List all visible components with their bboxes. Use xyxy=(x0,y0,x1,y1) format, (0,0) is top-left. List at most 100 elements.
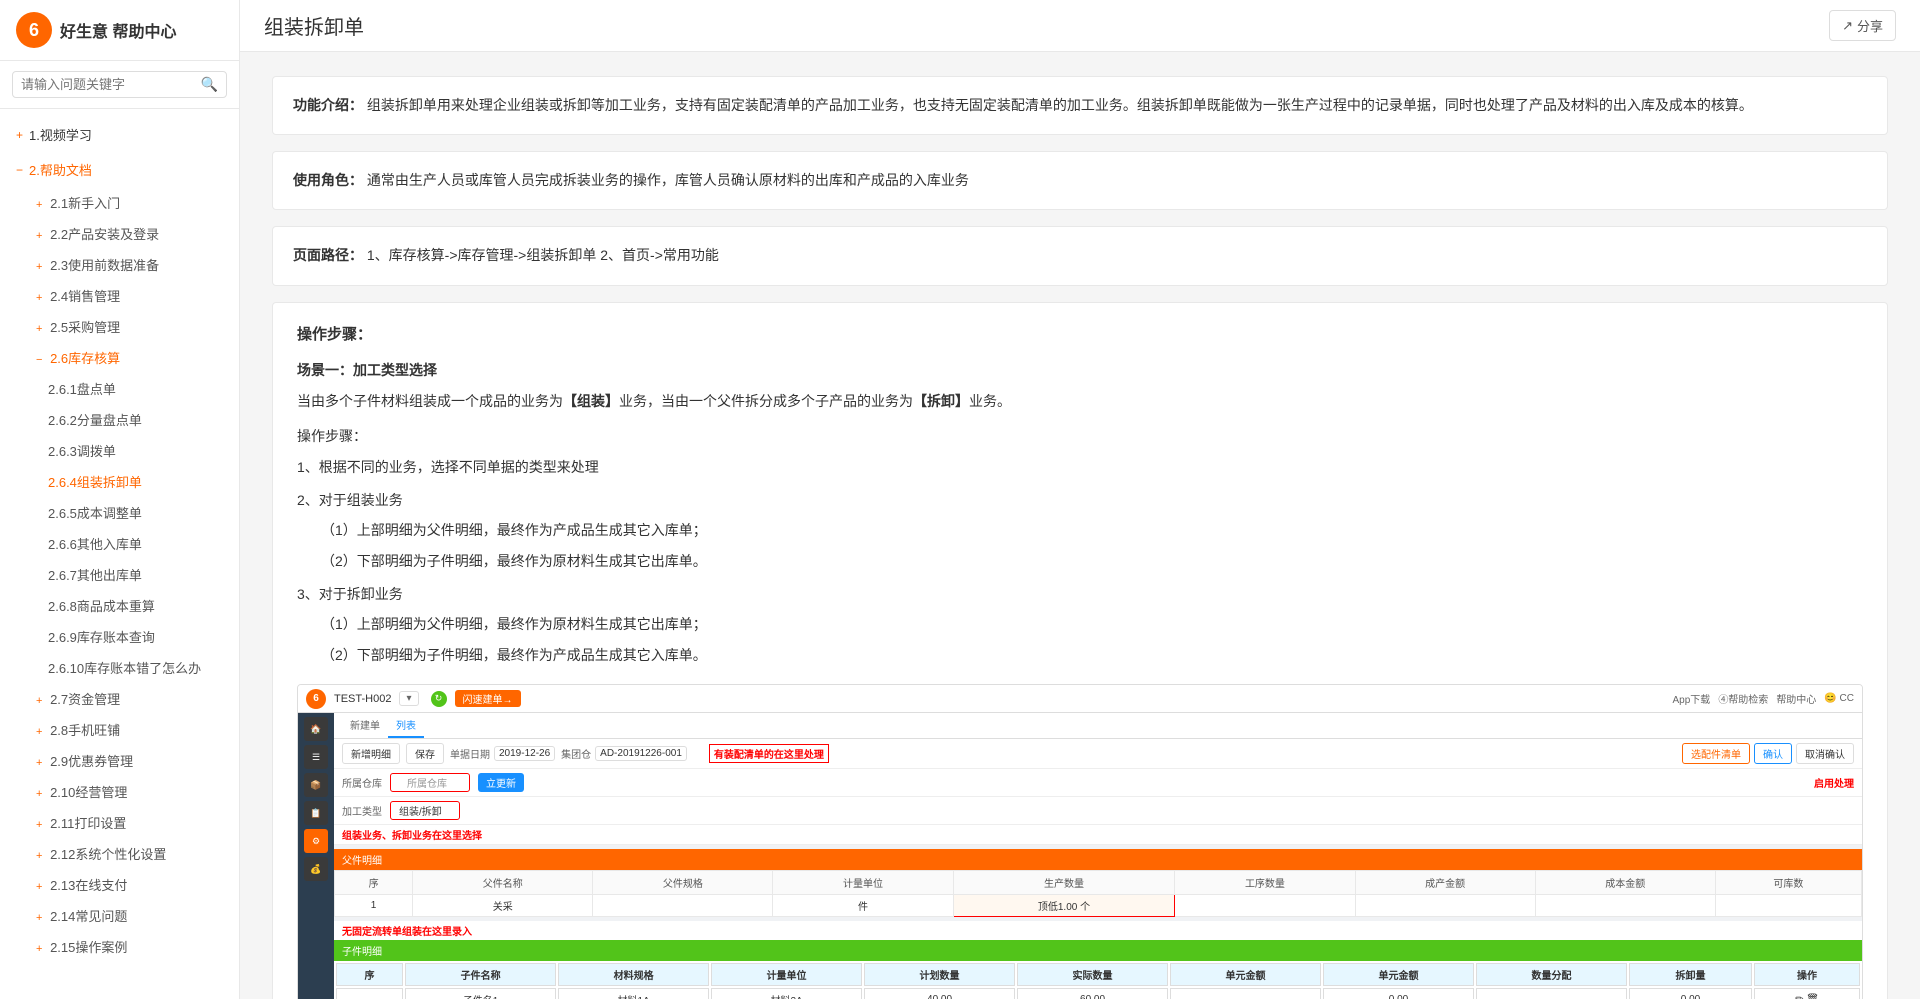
sidebar-item-docs-214[interactable]: + 2.14常见问题 xyxy=(0,900,239,931)
bottom-table-header-bar: 子件明细 xyxy=(334,940,1862,961)
btn-batch[interactable]: 立更新 xyxy=(478,773,524,792)
bcol-dist: 数量分配 xyxy=(1476,963,1627,986)
bcol-unit-amt1: 单元金额 xyxy=(1170,963,1321,986)
sidebar-item-video[interactable]: + 1.视频学习 xyxy=(0,117,239,152)
step1-text: 1、根据不同的业务，选择不同单据的类型来处理 xyxy=(297,454,1863,481)
sidebar-item-docs[interactable]: − 2.帮助文档 xyxy=(0,152,239,187)
path-text: 1、库存核算->库存管理->组装拆卸单 2、首页->常用功能 xyxy=(367,247,719,263)
app-logo: 6 xyxy=(306,689,326,709)
sidebar-item-docs-266[interactable]: 2.6.6其他入库单 xyxy=(0,528,239,559)
app-tabs: 新建单 列表 xyxy=(334,713,1862,739)
sidebar-item-docs-27[interactable]: + 2.7资金管理 xyxy=(0,683,239,714)
sidebar-icon-3[interactable]: 📦 xyxy=(304,773,328,797)
label-265: 2.6.5成本调整单 xyxy=(48,506,142,521)
sub-warehouse-input[interactable]: 所属仓库 xyxy=(390,773,470,792)
search-input[interactable] xyxy=(21,77,201,92)
sidebar-item-docs-269[interactable]: 2.6.9库存账本查询 xyxy=(0,621,239,652)
sidebar-item-docs-215[interactable]: + 2.15操作案例 xyxy=(0,931,239,962)
bcol-actual: 实际数量 xyxy=(1017,963,1168,986)
annotation-right-red: 启用处理 xyxy=(1814,775,1854,790)
cell-unit: 件 xyxy=(773,895,953,917)
help-icon: ④帮助检索 xyxy=(1718,691,1768,706)
logo-text: 好生意 帮助中心 xyxy=(60,18,176,42)
top-table-section: 父件明细 序 父件名称 父件规格 计量单位 xyxy=(334,849,1862,917)
label-213: 2.13在线支付 xyxy=(50,878,127,893)
search-box[interactable]: 🔍 xyxy=(12,71,227,98)
page-title: 组装拆卸单 xyxy=(264,11,364,40)
step2-sub2: （2）下部明细为子件明细，最终作为原材料生成其它出库单。 xyxy=(321,548,1863,575)
minus-icon-docs: − xyxy=(16,163,23,177)
sidebar-item-docs-28[interactable]: + 2.8手机旺铺 xyxy=(0,714,239,745)
date-value[interactable]: 2019-12-26 xyxy=(494,746,555,761)
sidebar-item-docs-21[interactable]: + 2.1新手入门 xyxy=(0,187,239,218)
top-table-header-label: 父件明细 xyxy=(342,852,382,867)
share-icon: ↗ xyxy=(1842,18,1853,34)
sidebar-icon-4[interactable]: 📋 xyxy=(304,801,328,825)
toolbar-btn-new[interactable]: 新增明细 xyxy=(342,743,400,764)
btn-cancel[interactable]: 取消确认 xyxy=(1796,743,1854,764)
sidebar-item-docs-24[interactable]: + 2.4销售管理 xyxy=(0,280,239,311)
sidebar-item-docs-265[interactable]: 2.6.5成本调整单 xyxy=(0,497,239,528)
label-214: 2.14常见问题 xyxy=(50,909,127,924)
br1-unit: 材料2A xyxy=(711,988,862,999)
tab-new[interactable]: 新建单 xyxy=(342,713,388,738)
sidebar-item-docs-211[interactable]: + 2.11打印设置 xyxy=(0,807,239,838)
br1-dist xyxy=(1476,988,1627,999)
order-label: 集团仓 xyxy=(561,746,591,761)
type-select[interactable]: 组装/拆卸 xyxy=(390,801,460,820)
sidebar-item-docs-29[interactable]: + 2.9优惠券管理 xyxy=(0,745,239,776)
sidebar-item-docs-261[interactable]: 2.6.1盘点单 xyxy=(0,373,239,404)
sidebar-item-docs-25[interactable]: + 2.5采购管理 xyxy=(0,311,239,342)
sidebar-icon-1[interactable]: 🏠 xyxy=(304,717,328,741)
sidebar-item-docs-213[interactable]: + 2.13在线支付 xyxy=(0,869,239,900)
tab-list[interactable]: 列表 xyxy=(388,713,424,738)
br1-op[interactable]: ✏ 🗑 xyxy=(1754,988,1860,999)
cell-proc xyxy=(1175,895,1355,917)
company-dropdown[interactable]: ▾ xyxy=(399,691,418,706)
sidebar-item-docs-264[interactable]: 2.6.4组装拆卸单 xyxy=(0,466,239,497)
step2-text: 2、对于组装业务 xyxy=(297,487,1863,514)
nav-list: + 1.视频学习 − 2.帮助文档 + 2.1新手入门 + 2.2产品安装及登录… xyxy=(0,109,239,999)
sidebar-item-docs-210[interactable]: + 2.10经营管理 xyxy=(0,776,239,807)
intro-label: 功能介绍： xyxy=(293,97,363,113)
sidebar-item-docs-23[interactable]: + 2.3使用前数据准备 xyxy=(0,249,239,280)
label-24: 2.4销售管理 xyxy=(50,289,120,304)
refresh-btn[interactable]: ↻ xyxy=(431,691,447,707)
sidebar-icon-2[interactable]: ☰ xyxy=(304,745,328,769)
search-icon[interactable]: 🔍 xyxy=(201,76,218,93)
new-order-btn[interactable]: 闪速建单→ xyxy=(455,690,521,707)
plus-icon-21: + xyxy=(36,199,42,211)
col-proc-qty: 工序数量 xyxy=(1175,871,1355,895)
sidebar-icon-5[interactable]: 💰 xyxy=(304,857,328,881)
btn-assemble-list[interactable]: 选配件清单 xyxy=(1682,743,1750,764)
sidebar-item-docs-263[interactable]: 2.6.3调拨单 xyxy=(0,435,239,466)
sidebar-item-docs-268[interactable]: 2.6.8商品成本重算 xyxy=(0,590,239,621)
label-262: 2.6.2分量盘点单 xyxy=(48,413,142,428)
br1-amt1 xyxy=(1170,988,1321,999)
br1-amt2: 0.00 xyxy=(1323,988,1474,999)
sidebar-item-docs-212[interactable]: + 2.12系统个性化设置 xyxy=(0,838,239,869)
path-block: 页面路径： 1、库存核算->库存管理->组装拆卸单 2、首页->常用功能 xyxy=(272,226,1888,285)
order-value[interactable]: AD-20191226-001 xyxy=(595,746,687,761)
bottom-table-header-label: 子件明细 xyxy=(342,947,382,958)
sidebar-item-docs-2610[interactable]: 2.6.10库存账本错了怎么办 xyxy=(0,652,239,683)
sidebar-icon-active[interactable]: ⚙ xyxy=(304,829,328,853)
sidebar-item-docs-262[interactable]: 2.6.2分量盘点单 xyxy=(0,404,239,435)
sidebar-item-docs-26[interactable]: − 2.6库存核算 xyxy=(0,342,239,373)
br1-name: 子件名1 xyxy=(405,988,556,999)
cell-prod-amt xyxy=(1355,895,1535,917)
label-25: 2.5采购管理 xyxy=(50,320,120,335)
label-263: 2.6.3调拨单 xyxy=(48,444,116,459)
toolbar-btn-save[interactable]: 保存 xyxy=(406,743,444,764)
logo-icon: 6 xyxy=(16,12,52,48)
col-cost-amt: 成本金额 xyxy=(1535,871,1715,895)
share-button[interactable]: ↗ 分享 xyxy=(1829,10,1896,41)
label-211: 2.11打印设置 xyxy=(50,816,126,831)
role-block: 使用角色： 通常由生产人员或库管人员完成拆装业务的操作，库管人员确认原材料的出库… xyxy=(272,151,1888,210)
plus-icon-22: + xyxy=(36,230,42,242)
sidebar-item-docs-267[interactable]: 2.6.7其他出库单 xyxy=(0,559,239,590)
date-field: 单据日期 2019-12-26 xyxy=(450,746,555,761)
screenshot-container: 6 TEST-H002 ▾ ↻ 闪速建单→ App下载 ④帮助检索 帮助中心 😊… xyxy=(297,684,1863,999)
btn-confirm[interactable]: 确认 xyxy=(1754,743,1792,764)
sidebar-item-docs-22[interactable]: + 2.2产品安装及登录 xyxy=(0,218,239,249)
